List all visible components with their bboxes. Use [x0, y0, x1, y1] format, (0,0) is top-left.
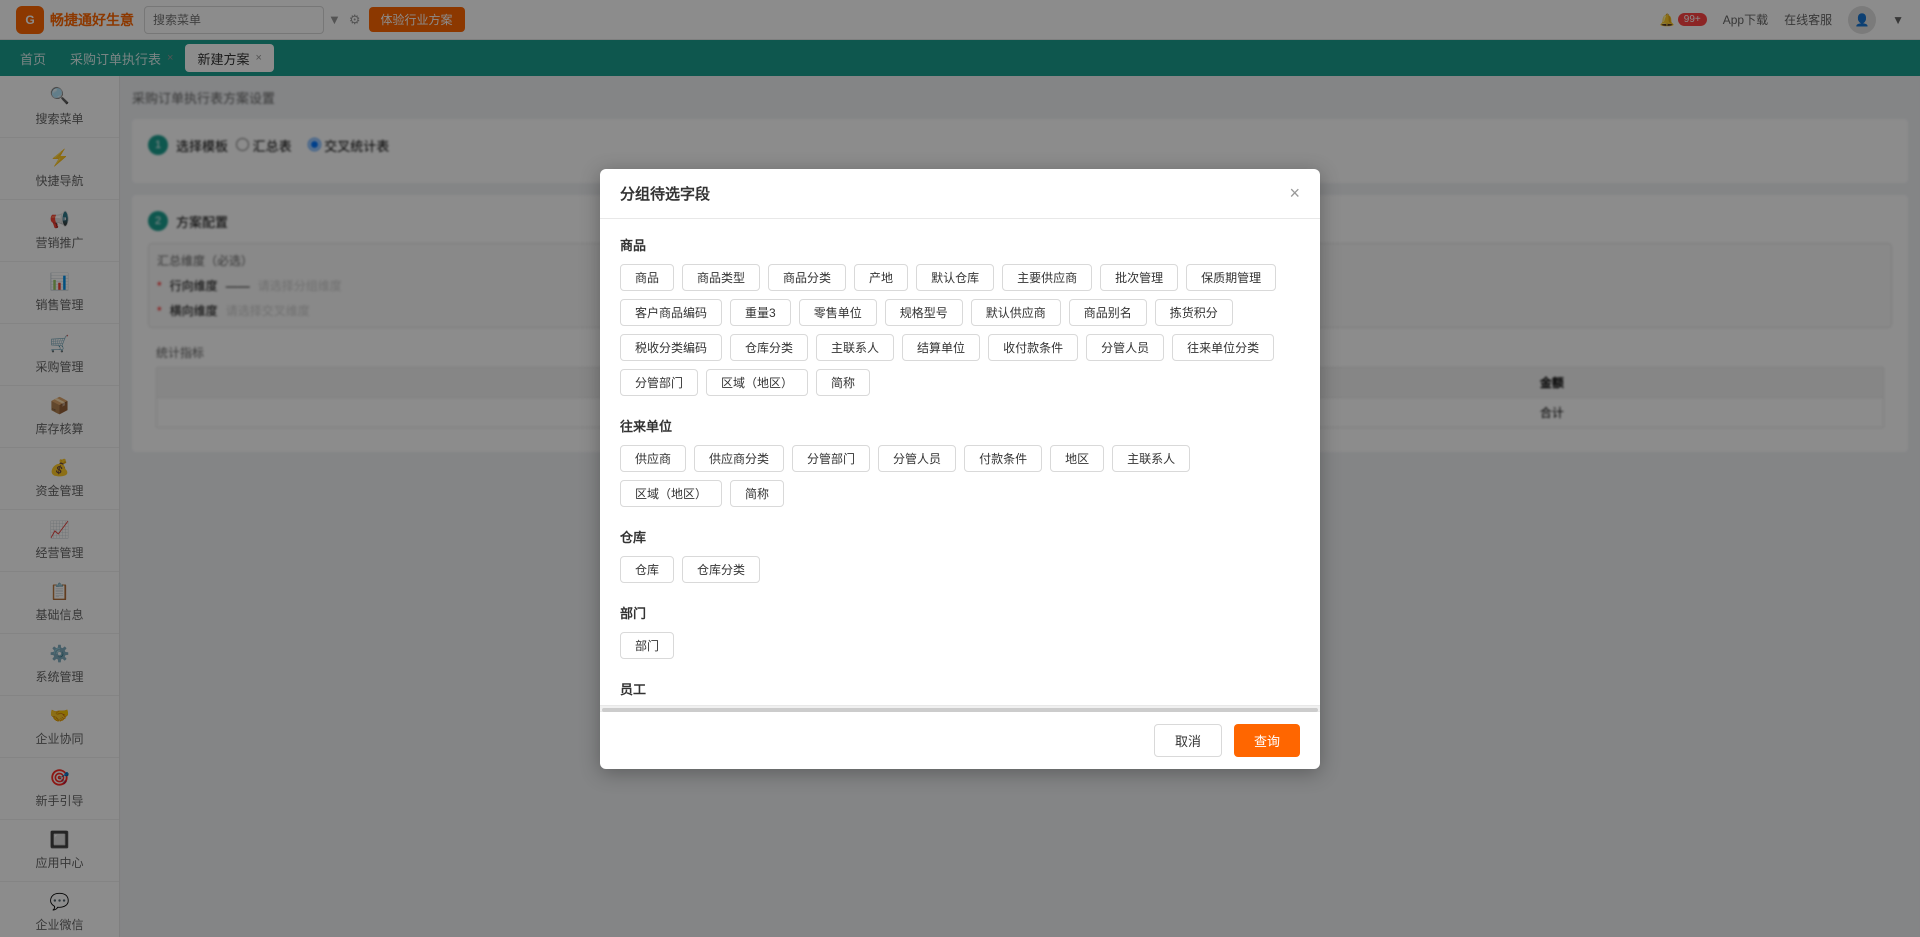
- field-tag-settlement-unit[interactable]: 结算单位: [902, 334, 980, 361]
- field-tag-supplier-category[interactable]: 供应商分类: [694, 445, 784, 472]
- modal-title: 分组待选字段: [620, 183, 710, 204]
- field-tag-counterparty-category[interactable]: 往来单位分类: [1172, 334, 1274, 361]
- section-department: 部门 部门: [620, 603, 1300, 659]
- section-warehouse-title: 仓库: [620, 527, 1300, 546]
- section-employee: 员工 业务员: [620, 679, 1300, 705]
- field-tag-goods-type[interactable]: 商品类型: [682, 264, 760, 291]
- cancel-button[interactable]: 取消: [1154, 724, 1222, 757]
- section-employee-title: 员工: [620, 679, 1300, 698]
- field-tag-warehouse-category[interactable]: 仓库分类: [730, 334, 808, 361]
- field-tag-supplier[interactable]: 供应商: [620, 445, 686, 472]
- field-tag-goods[interactable]: 商品: [620, 264, 674, 291]
- modal-overlay: 分组待选字段 × 商品 商品 商品类型 商品分类 产地 默认仓库 主要供应商 批…: [0, 0, 1920, 937]
- field-tag-origin[interactable]: 产地: [854, 264, 908, 291]
- field-tag-goods-category[interactable]: 商品分类: [768, 264, 846, 291]
- department-field-tags: 部门: [620, 632, 1300, 659]
- field-tag-default-warehouse[interactable]: 默认仓库: [916, 264, 994, 291]
- field-tag-main-supplier[interactable]: 主要供应商: [1002, 264, 1092, 291]
- section-goods-title: 商品: [620, 235, 1300, 254]
- section-counterparty-title: 往来单位: [620, 416, 1300, 435]
- field-tag-batch-mgmt[interactable]: 批次管理: [1100, 264, 1178, 291]
- modal-hscrollbar[interactable]: [600, 705, 1320, 711]
- field-tag-spec-model[interactable]: 规格型号: [885, 299, 963, 326]
- field-tag-main-contact[interactable]: 主联系人: [816, 334, 894, 361]
- section-goods: 商品 商品 商品类型 商品分类 产地 默认仓库 主要供应商 批次管理 保质期管理…: [620, 235, 1300, 396]
- field-tag-cp-area[interactable]: 区域（地区）: [620, 480, 722, 507]
- field-tag-default-supplier[interactable]: 默认供应商: [971, 299, 1061, 326]
- field-tag-warehouse[interactable]: 仓库: [620, 556, 674, 583]
- modal-body[interactable]: 商品 商品 商品类型 商品分类 产地 默认仓库 主要供应商 批次管理 保质期管理…: [600, 219, 1320, 705]
- section-counterparty: 往来单位 供应商 供应商分类 分管部门 分管人员 付款条件 地区 主联系人 区域…: [620, 416, 1300, 507]
- field-tag-cp-contact[interactable]: 主联系人: [1112, 445, 1190, 472]
- field-tag-cp-abbr[interactable]: 简称: [730, 480, 784, 507]
- field-tag-retail-unit[interactable]: 零售单位: [799, 299, 877, 326]
- field-tag-tax-code[interactable]: 税收分类编码: [620, 334, 722, 361]
- field-tag-warehouse-cat[interactable]: 仓库分类: [682, 556, 760, 583]
- field-tag-payment-terms[interactable]: 收付款条件: [988, 334, 1078, 361]
- field-tag-cp-manager[interactable]: 分管人员: [878, 445, 956, 472]
- field-tag-dept[interactable]: 分管部门: [620, 369, 698, 396]
- modal: 分组待选字段 × 商品 商品 商品类型 商品分类 产地 默认仓库 主要供应商 批…: [600, 169, 1320, 769]
- field-tag-region[interactable]: 区域（地区）: [706, 369, 808, 396]
- field-tag-manager[interactable]: 分管人员: [1086, 334, 1164, 361]
- modal-close-button[interactable]: ×: [1289, 184, 1300, 202]
- section-department-title: 部门: [620, 603, 1300, 622]
- field-tag-shelf-life[interactable]: 保质期管理: [1186, 264, 1276, 291]
- field-tag-cp-region[interactable]: 地区: [1050, 445, 1104, 472]
- goods-field-tags: 商品 商品类型 商品分类 产地 默认仓库 主要供应商 批次管理 保质期管理 客户…: [620, 264, 1300, 396]
- confirm-button[interactable]: 查询: [1234, 724, 1300, 757]
- field-tag-cp-dept[interactable]: 分管部门: [792, 445, 870, 472]
- warehouse-field-tags: 仓库 仓库分类: [620, 556, 1300, 583]
- field-tag-goods-alias[interactable]: 商品别名: [1069, 299, 1147, 326]
- field-tag-pick-points[interactable]: 拣货积分: [1155, 299, 1233, 326]
- field-tag-department[interactable]: 部门: [620, 632, 674, 659]
- field-tag-abbr[interactable]: 简称: [816, 369, 870, 396]
- field-tag-weight3[interactable]: 重量3: [730, 299, 791, 326]
- field-tag-cp-payment[interactable]: 付款条件: [964, 445, 1042, 472]
- modal-footer: 取消 查询: [600, 711, 1320, 769]
- modal-header: 分组待选字段 ×: [600, 169, 1320, 219]
- section-warehouse: 仓库 仓库 仓库分类: [620, 527, 1300, 583]
- field-tag-customer-code[interactable]: 客户商品编码: [620, 299, 722, 326]
- counterparty-field-tags: 供应商 供应商分类 分管部门 分管人员 付款条件 地区 主联系人 区域（地区） …: [620, 445, 1300, 507]
